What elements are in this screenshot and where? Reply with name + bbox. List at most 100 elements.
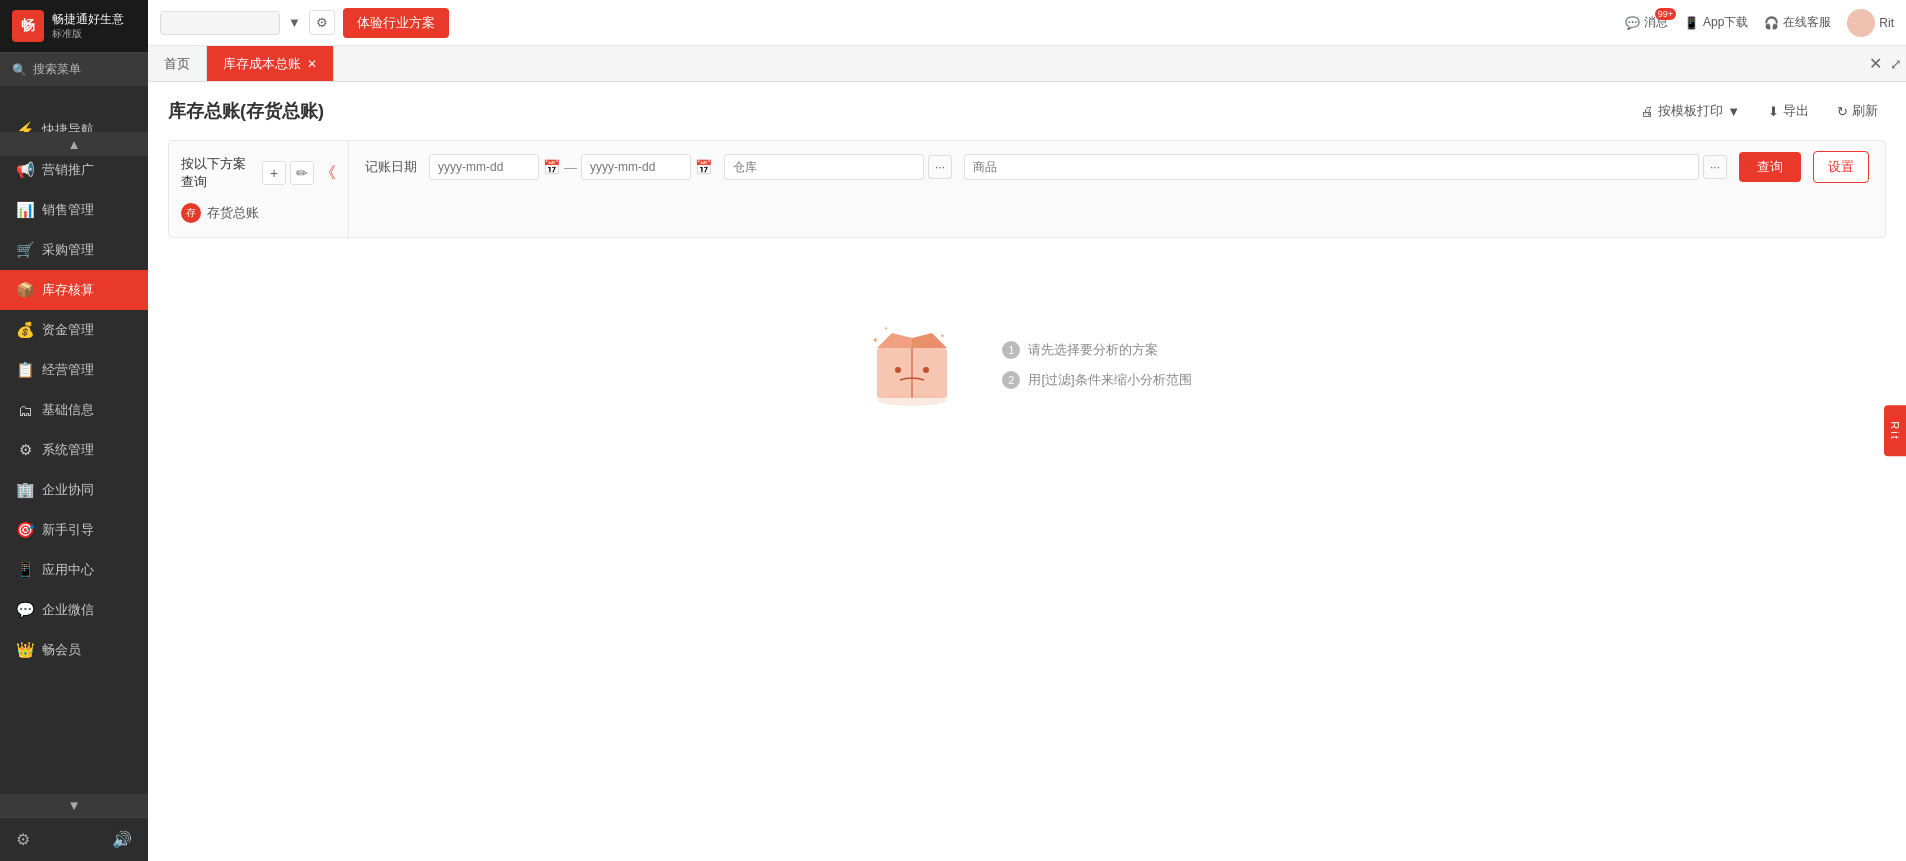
settings-footer-icon[interactable]: ⚙ [16,830,30,849]
goods-field: ··· [964,154,1727,180]
app-logo: 畅 畅捷通好生意 标准版 [0,0,148,53]
app-name: 畅捷通好生意 [52,12,124,28]
settings-gear-icon[interactable]: ⚙ [309,10,335,35]
audio-footer-icon[interactable]: 🔊 [112,830,132,849]
warehouse-input[interactable] [724,154,924,180]
add-filter-button[interactable]: + [262,161,286,185]
sidebar-item-funds[interactable]: 💰 资金管理 [0,310,148,350]
scheme-panel: 按以下方案查询 + ✏ 《 存 存货总账 [169,141,349,237]
tab-home[interactable]: 首页 [148,46,207,81]
sidebar-item-system[interactable]: ⚙ 系统管理 [0,430,148,470]
scroll-up-button[interactable]: ▲ [0,132,148,156]
query-filter-row: 记账日期 📅 — 📅 ··· [365,151,1869,183]
date-end-input[interactable] [581,154,691,180]
date-start-input[interactable] [429,154,539,180]
app-download-button[interactable]: 📱 App下载 [1684,14,1748,31]
export-icon: ⬇ [1768,104,1779,119]
page-actions: 🖨 按模板打印 ▼ ⬇ 导出 ↻ 刷新 [1633,98,1886,124]
sidebar-item-label: 资金管理 [42,321,94,339]
refresh-button[interactable]: ↻ 刷新 [1829,98,1886,124]
marketing-icon: 📢 [16,161,34,179]
sidebar-item-basic[interactable]: 🗂 基础信息 [0,390,148,430]
system-icon: ⚙ [16,441,34,459]
edit-filter-button[interactable]: ✏ [290,161,314,185]
search-menu[interactable]: 🔍 搜索菜单 [0,53,148,86]
logo-icon: 畅 [12,10,44,42]
sidebar-item-beginner[interactable]: 🎯 新手引导 [0,510,148,550]
page-header: 库存总账(存货总账) 🖨 按模板打印 ▼ ⬇ 导出 ↻ 刷新 [168,98,1886,124]
beginner-icon: 🎯 [16,521,34,539]
sidebar-item-marketing[interactable]: 📢 营销推广 [0,150,148,190]
sidebar-item-inventory[interactable]: 📦 库存核算 [0,270,148,310]
panel-close-button[interactable]: ✕ [1865,46,1886,81]
calendar-end-icon[interactable]: 📅 [695,159,712,175]
empty-hints: 1 请先选择要分析的方案 2 用[过滤]条件来缩小分析范围 [1002,341,1191,389]
search-icon: 🔍 [12,63,27,77]
warehouse-more-button[interactable]: ··· [928,155,952,179]
top-bar-right: 💬 消息 99+ 📱 App下载 🎧 在线客服 Rit [1625,9,1894,37]
headset-icon: 🎧 [1764,16,1779,30]
right-panel-button[interactable]: Rit [1884,405,1906,456]
online-service-button[interactable]: 🎧 在线客服 [1764,14,1831,31]
svg-text:✦: ✦ [940,333,945,339]
scheme-item-icon: 存 [181,203,201,223]
top-bar-left: ▼ ⚙ 体验行业方案 [160,8,1617,38]
sidebar-item-label: 采购管理 [42,241,94,259]
sidebar-item-wechat[interactable]: 💬 企业微信 [0,590,148,630]
sidebar-item-app-center[interactable]: 📱 应用中心 [0,550,148,590]
sidebar-item-label: 畅会员 [42,641,81,659]
sidebar-item-operation[interactable]: 📋 经营管理 [0,350,148,390]
enterprise-icon: 🏢 [16,481,34,499]
inventory-icon: 📦 [16,281,34,299]
scroll-down-button[interactable]: ▼ [0,794,148,817]
online-service-label: 在线客服 [1783,14,1831,31]
sidebar-item-label: 企业协同 [42,481,94,499]
message-badge: 99+ [1655,8,1676,20]
sidebar-item-label: 企业微信 [42,601,94,619]
query-filter-area: 记账日期 📅 — 📅 ··· [349,141,1885,237]
sidebar-item-enterprise[interactable]: 🏢 企业协同 [0,470,148,510]
sidebar-item-purchase[interactable]: 🛒 采购管理 [0,230,148,270]
empty-state: ✦ ✦ ✦ 1 请先选择要分析的方案 2 用[过滤]条件来缩小分析范围 [168,238,1886,491]
user-name: Rit [1879,16,1894,30]
filter-label: 按以下方案查询 [181,155,256,191]
sidebar-item-member[interactable]: 👑 畅会员 [0,630,148,670]
goods-input[interactable] [964,154,1699,180]
tab-inventory-ledger[interactable]: 库存成本总账 ✕ [207,46,334,81]
dropdown-arrow-icon[interactable]: ▼ [288,15,301,30]
content-area: 库存总账(存货总账) 🖨 按模板打印 ▼ ⬇ 导出 ↻ 刷新 [148,82,1906,861]
member-icon: 👑 [16,641,34,659]
sidebar-item-label: 基础信息 [42,401,94,419]
breadcrumb-input[interactable] [160,11,280,35]
sidebar-nav: ⚡ 快捷导航 📢 营销推广 📊 销售管理 🛒 采购管理 📦 库存核算 💰 资金管… [0,110,148,794]
date-range-field: 📅 — 📅 [429,154,712,180]
sidebar-item-sales[interactable]: 📊 销售管理 [0,190,148,230]
sidebar-item-label: 营销推广 [42,161,94,179]
settings-button[interactable]: 设置 [1813,151,1869,183]
svg-text:✦: ✦ [884,325,888,331]
svg-text:✦: ✦ [872,336,879,345]
panel-resize-button[interactable]: ⤢ [1886,46,1906,81]
print-template-button[interactable]: 🖨 按模板打印 ▼ [1633,98,1748,124]
print-icon: 🖨 [1641,104,1654,119]
filter-header: 按以下方案查询 + ✏ 《 [169,149,348,197]
user-menu[interactable]: Rit [1847,9,1894,37]
warehouse-field: ··· [724,154,952,180]
industry-solution-button[interactable]: 体验行业方案 [343,8,449,38]
export-button[interactable]: ⬇ 导出 [1760,98,1817,124]
page-title: 库存总账(存货总账) [168,99,324,123]
empty-illustration: ✦ ✦ ✦ [862,318,962,411]
hint-item-1: 1 请先选择要分析的方案 [1002,341,1191,359]
basic-icon: 🗂 [16,402,34,419]
date-field-label: 记账日期 [365,158,417,176]
sidebar: 畅 畅捷通好生意 标准版 🔍 搜索菜单 ▲ ⚡ 快捷导航 📢 营销推广 📊 销售… [0,0,148,861]
collapse-filter-button[interactable]: 《 [320,163,336,184]
calendar-start-icon[interactable]: 📅 [543,159,560,175]
message-button[interactable]: 💬 消息 99+ [1625,14,1668,31]
scheme-item-inventory[interactable]: 存 存货总账 [169,197,348,229]
sidebar-item-label: 应用中心 [42,561,94,579]
tab-close-button[interactable]: ✕ [307,58,317,70]
svg-point-4 [923,367,929,373]
goods-more-button[interactable]: ··· [1703,155,1727,179]
query-button[interactable]: 查询 [1739,152,1801,182]
